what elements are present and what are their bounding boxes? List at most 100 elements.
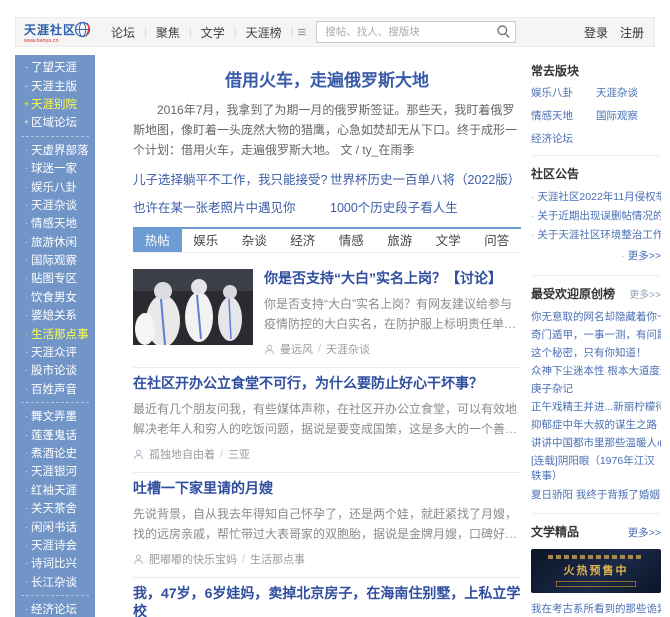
content-tab[interactable]: 问答: [473, 229, 522, 252]
search-icon[interactable]: [496, 24, 511, 39]
sidebar-item[interactable]: · 关天茶舍: [15, 499, 95, 517]
nav-focus[interactable]: 聚焦: [147, 24, 189, 41]
ranked-post-link[interactable]: 庚子杂记: [531, 380, 661, 398]
sidebar-item[interactable]: · 天涯众评: [15, 343, 95, 361]
ranked-post-link[interactable]: 抑郁症中年大叔的谋生之路: [531, 416, 661, 434]
content-tab[interactable]: 旅游: [376, 229, 425, 252]
sidebar-item[interactable]: · 闲闲书话: [15, 517, 95, 535]
sidebar-item[interactable]: · 煮酒论史: [15, 444, 95, 462]
ranked-post-link[interactable]: 正午戏精王并进...新丽柠檬待遇...: [531, 398, 661, 416]
sidebar-group-economy: · 经济论坛: [15, 600, 95, 617]
post-author[interactable]: 曼远风: [280, 341, 313, 357]
sidebar-item[interactable]: · 长江杂谈: [15, 573, 95, 591]
menu-icon[interactable]: ≡: [294, 24, 315, 41]
sidebar-item[interactable]: · 生活那点事: [15, 324, 95, 342]
sublink[interactable]: 也许在某一张老照片中遇见你: [133, 197, 330, 216]
sidebar-item[interactable]: + 天涯别院: [15, 95, 95, 113]
board-link[interactable]: 天涯杂谈: [596, 85, 661, 100]
board-link[interactable]: 娱乐八卦: [531, 85, 596, 100]
sidebar-item[interactable]: · 红袖天涯: [15, 481, 95, 499]
sidebar-item[interactable]: · 莲蓬鬼话: [15, 425, 95, 443]
post-item: 我，47岁，6岁娃妈，卖掉北京房子，在海南住别墅，上私立学校: [133, 578, 521, 617]
sidebar-item[interactable]: · 诗词比兴: [15, 554, 95, 572]
sidebar-item[interactable]: · 饮食男女: [15, 288, 95, 306]
register-link[interactable]: 注册: [620, 24, 644, 41]
post-title[interactable]: 在社区开办公立食堂不可行，为什么要防止好心干坏事？: [133, 374, 521, 392]
content-tab[interactable]: 情感: [327, 229, 376, 252]
sublink[interactable]: 世界杯历史一百单八将（2022版）: [330, 169, 521, 188]
sidebar-item[interactable]: · 情感天地: [15, 214, 95, 232]
featured-sublinks: 儿子选择躺平不工作，我只能接受? 世界杯历史一百单八将（2022版） 也许在某一…: [133, 169, 521, 216]
sidebar-item[interactable]: · 舞文弄墨: [15, 407, 95, 425]
content-tab[interactable]: 文学: [424, 229, 473, 252]
bullet-icon: ·: [22, 558, 31, 568]
login-link[interactable]: 登录: [584, 24, 608, 41]
sidebar-item[interactable]: · 天涯诗会: [15, 536, 95, 554]
sidebar-item[interactable]: · 经济论坛: [15, 600, 95, 617]
sidebar-item-label: 天虚界部落: [31, 142, 89, 158]
book-promo-banner[interactable]: 火热预售中: [531, 549, 661, 593]
literature-link[interactable]: 我在考古系所看到的那些诡异事...: [531, 600, 661, 617]
site-logo[interactable]: 天涯社区 www.tianya.cn: [24, 21, 96, 44]
content-tab[interactable]: 娱乐: [182, 229, 231, 252]
sidebar-item-label: 饮食男女: [31, 289, 77, 305]
nav-forum[interactable]: 论坛: [102, 24, 144, 41]
ranked-post-link[interactable]: 奇门遁甲，一事一测，有问题可...: [531, 326, 661, 344]
sidebar-item[interactable]: · 股市论谈: [15, 361, 95, 379]
post-board[interactable]: 生活那点事: [250, 551, 305, 567]
sidebar-item[interactable]: · 贴图专区: [15, 269, 95, 287]
more-link[interactable]: 更多>>: [628, 524, 661, 543]
content-tab[interactable]: 经济: [279, 229, 328, 252]
announcement-link[interactable]: 关于近期出现误删帖情况的说明: [531, 207, 661, 226]
board-link[interactable]: 国际观察: [596, 108, 661, 123]
sidebar-item[interactable]: · 旅游休闲: [15, 233, 95, 251]
logo-subtitle: www.tianya.cn: [24, 38, 71, 43]
sidebar-item[interactable]: + 区域论坛: [15, 113, 95, 131]
post-board[interactable]: 天涯杂谈: [326, 341, 370, 357]
content-tab[interactable]: 杂谈: [230, 229, 279, 252]
sidebar-item[interactable]: · 娱乐八卦: [15, 177, 95, 195]
sidebar-item[interactable]: · 天虚界部落: [15, 141, 95, 159]
sidebar-item[interactable]: · 百姓声音: [15, 380, 95, 398]
sidebar-item[interactable]: · 婆媳关系: [15, 306, 95, 324]
post-author[interactable]: 孤独地自由着: [149, 446, 215, 462]
announcement-link[interactable]: 天涯社区2022年11月侵权举报: [531, 188, 661, 207]
nav-literature[interactable]: 文学: [192, 24, 234, 41]
sidebar-item[interactable]: · 国际观察: [15, 251, 95, 269]
search-input[interactable]: [316, 21, 516, 43]
board-link[interactable]: 经济论坛: [531, 131, 596, 146]
sublink[interactable]: 1000个历史段子看人生: [330, 197, 521, 216]
ranked-post-link[interactable]: 夏日骄阳 我终于背叛了婚姻: [531, 486, 661, 504]
ranked-post-link[interactable]: [连载]阴阳眼（1976年江汉轶事）: [531, 452, 661, 486]
nav-tianya-rank[interactable]: 天涯榜: [237, 24, 291, 41]
post-thumbnail-hazmat-workers[interactable]: [133, 269, 253, 345]
post-title[interactable]: 你是否支持“大白”实名上岗？【讨论】: [264, 269, 521, 287]
announcement-link[interactable]: 关于天涯社区环境整治工作的公: [531, 226, 661, 245]
board-link[interactable]: 情感天地: [531, 108, 596, 123]
sidebar-item[interactable]: · 天涯银河: [15, 462, 95, 480]
post-board[interactable]: 三亚: [228, 446, 250, 462]
sidebar-item-label: 天涯别院: [31, 96, 77, 112]
bullet-icon: ·: [22, 200, 31, 210]
featured-headline[interactable]: 借用火车，走遍俄罗斯大地: [133, 66, 521, 91]
sidebar-item[interactable]: - 了望天涯: [15, 58, 95, 76]
sidebar-item[interactable]: · 天涯杂谈: [15, 196, 95, 214]
bullet-icon: ·: [22, 604, 31, 614]
ranked-post-link[interactable]: 众神下尘迷本性 根本大道度众归: [531, 362, 661, 380]
more-link[interactable]: 更多>>: [531, 247, 661, 266]
post-title[interactable]: 吐槽一下家里请的月嫂: [133, 479, 521, 497]
bullet-icon: ·: [22, 329, 31, 339]
ranked-post-link[interactable]: 这个秘密，只有你知道！: [531, 344, 661, 362]
content-tab[interactable]: 热帖: [133, 229, 182, 252]
post-excerpt: 最近有几个朋友问我，有些媒体声称，在社区开办公立食堂，可以有效地解决老年人和穷人…: [133, 399, 521, 439]
globe-icon: [74, 21, 91, 38]
ranked-post-link[interactable]: 讲讲中国都市里那些温暖人心的...: [531, 434, 661, 452]
sidebar-item[interactable]: · 球迷一家: [15, 159, 95, 177]
sublink[interactable]: 儿子选择躺平不工作，我只能接受?: [133, 169, 330, 188]
announcements-more-row: 更多>>: [531, 247, 661, 266]
more-link[interactable]: 更多>>: [629, 286, 661, 301]
ranked-post-link[interactable]: 你无意取的网名却隐藏着你一生...: [531, 308, 661, 326]
sidebar-item[interactable]: - 天涯主版: [15, 76, 95, 94]
post-author[interactable]: 肥嘟嘟的快乐宝妈: [149, 551, 237, 567]
post-title[interactable]: 我，47岁，6岁娃妈，卖掉北京房子，在海南住别墅，上私立学校: [133, 584, 521, 617]
